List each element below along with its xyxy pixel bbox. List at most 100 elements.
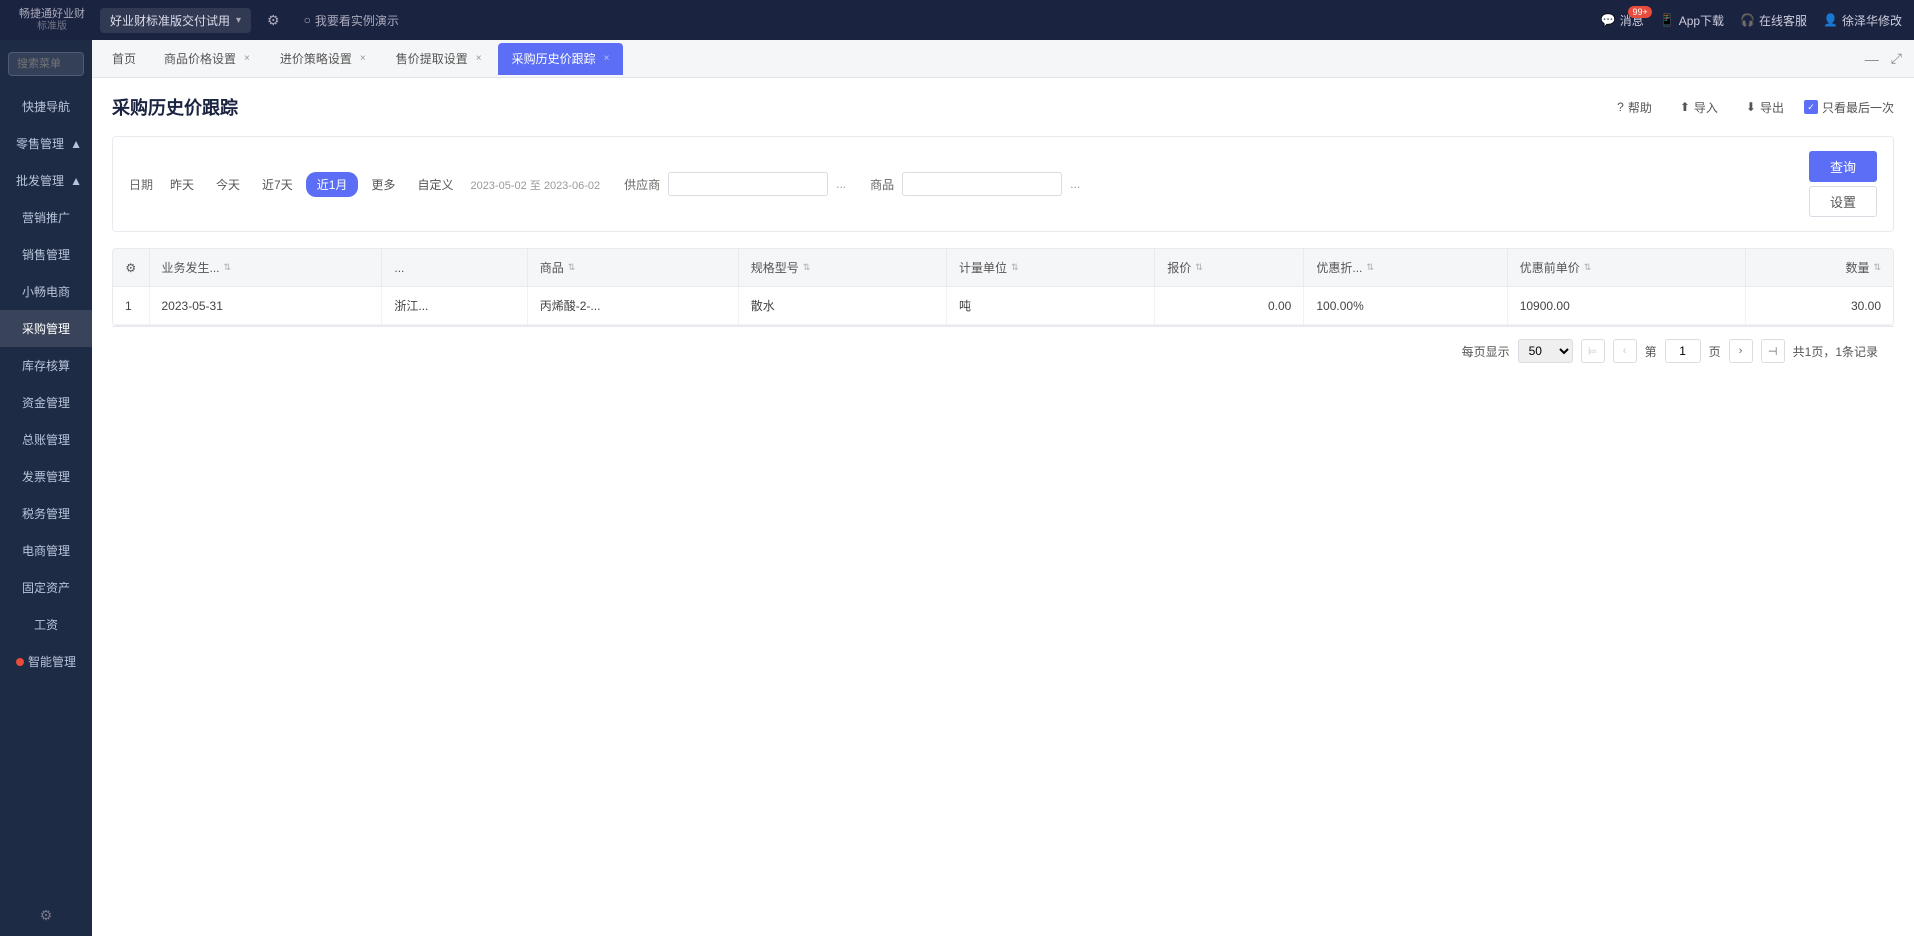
top-right-actions: 💬 消息 99+ 📱 App下载 🎧 在线客服 👤 徐泽华修改 xyxy=(1601,12,1902,29)
sidebar-gear-icon[interactable]: ⚙ xyxy=(0,895,92,936)
td-index: 1 xyxy=(113,287,149,325)
page-first-button[interactable]: ⊨ xyxy=(1581,339,1605,363)
supplier-input[interactable] xyxy=(668,172,828,196)
sidebar-item-retail[interactable]: 零售管理 ▲ xyxy=(0,125,92,162)
page-next-button[interactable]: › xyxy=(1729,339,1753,363)
query-button[interactable]: 查询 xyxy=(1809,151,1877,182)
page-prev-button[interactable]: ‹ xyxy=(1613,339,1637,363)
th-price[interactable]: 报价 ⇅ xyxy=(1155,249,1304,287)
tab-goods-price[interactable]: 商品价格设置 × xyxy=(150,43,264,75)
page-title-row: 采购历史价跟踪 ? 帮助 ⬆ 导入 ⬇ 导出 ✓ xyxy=(112,94,1894,120)
date-btn-today[interactable]: 今天 xyxy=(207,172,249,197)
goods-dots[interactable]: ... xyxy=(1070,177,1080,191)
filter-row: 日期 昨天 今天 近7天 近1月 更多 自定义 2023-05-02 至 202… xyxy=(129,151,1877,217)
th-quantity[interactable]: 数量 ⇅ xyxy=(1745,249,1893,287)
th-discount[interactable]: 优惠折... ⇅ xyxy=(1304,249,1507,287)
date-btn-1month[interactable]: 近1月 xyxy=(306,172,359,197)
sort-icon-unit: ⇅ xyxy=(1011,262,1019,273)
tab-price-extract[interactable]: 售价提取设置 × xyxy=(382,43,496,75)
per-page-select[interactable]: 10 20 50 100 xyxy=(1518,339,1573,363)
sidebar-ledger-label: 总账管理 xyxy=(22,431,70,448)
date-filter-label: 日期 xyxy=(129,176,153,193)
sidebar-item-ecommerce[interactable]: 电商管理 xyxy=(0,532,92,569)
th-supplier-code[interactable]: ... xyxy=(382,249,527,287)
tab-purchase-strategy-close[interactable]: × xyxy=(360,53,366,64)
sidebar-finance-label: 资金管理 xyxy=(22,394,70,411)
export-button[interactable]: ⬇ 导出 xyxy=(1738,95,1792,120)
date-range-text: 2023-05-02 至 2023-06-02 xyxy=(470,177,600,193)
sidebar-item-marketing[interactable]: 营销推广 xyxy=(0,199,92,236)
app-download-btn[interactable]: 📱 App下载 xyxy=(1660,12,1724,29)
sidebar-item-ledger[interactable]: 总账管理 xyxy=(0,421,92,458)
version-selector[interactable]: 好业财标准版交付试用 ▾ xyxy=(100,8,251,33)
import-button[interactable]: ⬆ 导入 xyxy=(1672,95,1726,120)
sort-icon-spec: ⇅ xyxy=(803,262,811,273)
th-unit[interactable]: 计量单位 ⇅ xyxy=(946,249,1154,287)
td-unit: 吨 xyxy=(946,287,1154,325)
search-input[interactable] xyxy=(8,52,84,76)
sidebar-inventory-label: 库存核算 xyxy=(22,357,70,374)
sidebar: 快捷导航 零售管理 ▲ 批发管理 ▲ 营销推广 销售管理 小畅电商 采购管理 库… xyxy=(0,40,92,936)
page-input[interactable] xyxy=(1665,339,1701,363)
supplier-dots[interactable]: ... xyxy=(836,177,846,191)
table-row: 1 2023-05-31 浙江... 丙烯酸-2-... 散水 吨 0.00 1… xyxy=(113,287,1893,325)
avatar-icon: 👤 xyxy=(1823,13,1838,27)
tab-price-extract-close[interactable]: × xyxy=(476,53,482,64)
th-goods[interactable]: 商品 ⇅ xyxy=(527,249,738,287)
message-btn[interactable]: 💬 消息 99+ xyxy=(1601,12,1644,29)
pagination-area: 每页显示 10 20 50 100 ⊨ ‹ 第 页 › ⊣ 共1页，1条记录 xyxy=(112,326,1894,375)
sort-icon-quantity: ⇅ xyxy=(1873,262,1881,273)
sidebar-item-tax[interactable]: 税务管理 xyxy=(0,495,92,532)
demo-button[interactable]: ○ 我要看实例演示 xyxy=(296,8,407,33)
th-date-label: 业务发生... xyxy=(162,259,220,276)
date-btn-yesterday[interactable]: 昨天 xyxy=(161,172,203,197)
page-last-button[interactable]: ⊣ xyxy=(1761,339,1785,363)
th-discount-label: 优惠折... xyxy=(1316,259,1362,276)
date-btn-custom[interactable]: 自定义 xyxy=(408,172,462,197)
date-btn-7days[interactable]: 近7天 xyxy=(253,172,302,197)
sidebar-item-payroll[interactable]: 工资 xyxy=(0,606,92,643)
settings-button[interactable]: 设置 xyxy=(1809,186,1877,217)
sidebar-item-wholesale[interactable]: 批发管理 ▲ xyxy=(0,162,92,199)
sidebar-fixed-assets-label: 固定资产 xyxy=(22,579,70,596)
tab-price-extract-label: 售价提取设置 xyxy=(396,50,468,67)
tab-goods-price-close[interactable]: × xyxy=(244,53,250,64)
sidebar-item-sales[interactable]: 销售管理 xyxy=(0,236,92,273)
goods-input[interactable] xyxy=(902,172,1062,196)
th-unit-label: 计量单位 xyxy=(959,259,1007,276)
th-pre-discount-price[interactable]: 优惠前单价 ⇅ xyxy=(1507,249,1745,287)
chevron-down-icon: ▾ xyxy=(236,15,241,26)
th-gear[interactable]: ⚙ xyxy=(113,249,149,287)
user-menu-btn[interactable]: 👤 徐泽华修改 xyxy=(1823,12,1902,29)
tab-purchase-strategy[interactable]: 进价策略设置 × xyxy=(266,43,380,75)
tab-purchase-history[interactable]: 采购历史价跟踪 × xyxy=(498,43,624,75)
td-quantity: 30.00 xyxy=(1745,287,1893,325)
tab-minimize-icon[interactable]: — xyxy=(1861,47,1883,71)
settings-gear-icon[interactable]: ⚙ xyxy=(259,8,288,33)
th-spec[interactable]: 规格型号 ⇅ xyxy=(738,249,946,287)
sidebar-item-ecommerce-small[interactable]: 小畅电商 xyxy=(0,273,92,310)
th-date[interactable]: 业务发生... ⇅ xyxy=(149,249,382,287)
tab-home[interactable]: 首页 xyxy=(100,43,148,75)
goods-filter-label: 商品 xyxy=(870,176,894,193)
td-pre-discount-price: 10900.00 xyxy=(1507,287,1745,325)
sidebar-item-fixed-assets[interactable]: 固定资产 xyxy=(0,569,92,606)
only-last-checkbox[interactable]: ✓ 只看最后一次 xyxy=(1804,99,1894,116)
date-options: 昨天 今天 近7天 近1月 更多 自定义 xyxy=(161,172,462,197)
date-btn-more[interactable]: 更多 xyxy=(362,172,404,197)
sidebar-item-quick-nav[interactable]: 快捷导航 xyxy=(0,88,92,125)
online-service-btn[interactable]: 🎧 在线客服 xyxy=(1740,12,1807,29)
td-date: 2023-05-31 xyxy=(149,287,382,325)
sidebar-item-purchase[interactable]: 采购管理 xyxy=(0,310,92,347)
tab-purchase-history-label: 采购历史价跟踪 xyxy=(512,50,596,67)
sidebar-item-finance[interactable]: 资金管理 xyxy=(0,384,92,421)
tab-maximize-icon[interactable]: ⤢ xyxy=(1887,46,1906,71)
td-spec: 散水 xyxy=(738,287,946,325)
help-button[interactable]: ? 帮助 xyxy=(1609,95,1660,120)
sidebar-item-inventory[interactable]: 库存核算 xyxy=(0,347,92,384)
sidebar-item-intelligent[interactable]: 智能管理 xyxy=(0,643,92,680)
data-table: ⚙ 业务发生... ⇅ ... xyxy=(113,249,1893,325)
import-icon: ⬆ xyxy=(1680,100,1690,114)
tab-purchase-history-close[interactable]: × xyxy=(604,53,610,64)
sidebar-item-invoice[interactable]: 发票管理 xyxy=(0,458,92,495)
